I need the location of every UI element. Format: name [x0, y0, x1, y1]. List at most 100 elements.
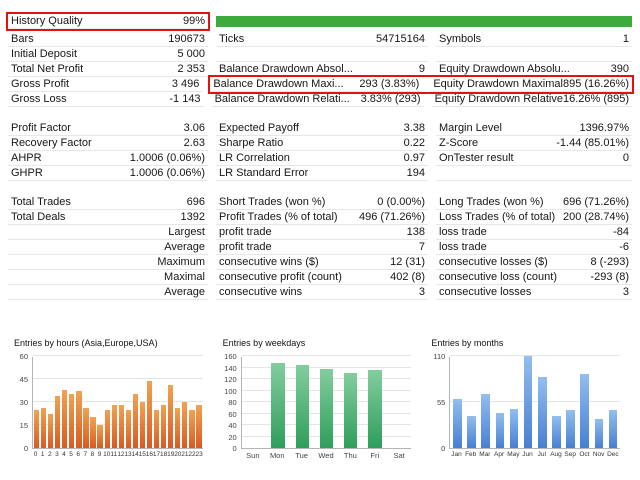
bar-Sep [566, 410, 575, 448]
bar-Jun [523, 356, 533, 448]
stat-cell: loss trade -6 [436, 240, 632, 255]
plot-area [240, 355, 412, 449]
history-quality-bar-area [216, 14, 632, 29]
bar-1 [40, 408, 47, 448]
stat-cell: Initial Deposit 5 000 [8, 47, 208, 62]
bar-11 [111, 405, 117, 448]
x-tick-label: 9 [97, 451, 102, 458]
bar-13 [125, 410, 131, 448]
x-tick-label: 13 [124, 451, 132, 458]
stat-cell: Gross Loss -1 143 [8, 92, 204, 107]
bar-Thu [344, 373, 358, 448]
stat-value: 194 [406, 167, 425, 179]
stat-cell: LR Correlation 0.97 [216, 151, 428, 166]
stat-label: Ticks [219, 33, 245, 45]
plot-area [32, 355, 203, 449]
stat-label: Equity Drawdown Maximal [433, 78, 563, 90]
stat-label: LR Standard Error [219, 167, 309, 179]
x-tick-label: Wed [318, 451, 334, 460]
plot-column: Jan Feb Mar Apr May Jun Jul Aug Sep Oct Nov Dec [449, 355, 621, 458]
x-tick-label: 16 [145, 451, 153, 458]
x-tick-label: Apr [494, 451, 505, 458]
stat-value: Maximal [164, 271, 205, 283]
chart-body: 0 15 30 45 60 0 1 2 3 4 5 6 7 8 9 10 11 12 13 14 15 16 17 18 19 2… [14, 352, 203, 458]
y-axis: 0 15 30 45 60 [14, 352, 32, 453]
bar-slot [118, 405, 125, 448]
bar-slot [167, 385, 174, 448]
bar-slot [578, 374, 592, 448]
x-tick-label: 5 [69, 451, 73, 458]
stat-row-right: profit trade 7 loss trade -6 [216, 240, 632, 255]
stat-label: Profit Trades (% of total) [219, 211, 338, 223]
stat-row: Maximum consecutive wins ($) 12 (31) consec… [8, 255, 632, 270]
stats-section-1: Profit Factor 3.06 Expected Payoff 3.38 Marg… [8, 121, 632, 181]
bar-14 [132, 394, 139, 448]
bar-0 [33, 410, 40, 448]
bar-21 [182, 402, 188, 448]
stat-value: 3 496 [171, 78, 200, 90]
x-tick-label: Nov [592, 451, 605, 458]
stat-row-right: LR Standard Error 194 [216, 166, 632, 181]
history-quality-progress-track [216, 14, 632, 29]
stat-value: 696 (71.26%) [562, 196, 629, 208]
stat-value: 190673 [168, 33, 205, 45]
y-tick-label: 40 [228, 421, 237, 430]
stat-label: consecutive losses [439, 286, 532, 298]
stat-cell: Total Net Profit 2 353 [8, 62, 208, 77]
stat-cell: Maximal [8, 270, 208, 285]
bar-slot [139, 402, 146, 448]
stat-value: 293 (3.83%) [359, 78, 420, 90]
stat-cell: Z-Score -1.44 (85.01%) [436, 136, 632, 151]
stat-value: -293 (8) [590, 271, 629, 283]
bar-slot [153, 410, 160, 448]
stat-row-right: Sharpe Ratio 0.22 Z-Score -1.44 (85.01%) [216, 136, 632, 151]
x-tick-label: 21 [181, 451, 189, 458]
stats-section-2: Total Trades 696 Short Trades (won %) 0 (0.… [8, 195, 632, 300]
stat-row: Recovery Factor 2.63 Sharpe Ratio 0.22 Z-Sco… [8, 136, 632, 151]
stat-cell: Equity Drawdown Absolu... 390 [436, 62, 632, 77]
stat-label: Equity Drawdown Absolu... [439, 63, 570, 75]
bar-slot [97, 425, 104, 448]
stat-row-right: Balance Drawdown Maxi... 293 (3.83%) Equit… [208, 75, 634, 94]
bar-slot [363, 370, 387, 448]
x-tick-label: 18 [159, 451, 168, 458]
stat-cell: Total Deals 1392 [8, 210, 208, 225]
stat-row: Total Trades 696 Short Trades (won %) 0 (0.… [8, 195, 632, 210]
bar-Nov [594, 419, 604, 448]
bar-22 [189, 410, 195, 448]
stat-cell: Gross Profit 3 496 [8, 77, 203, 92]
stat-label: consecutive loss (count) [439, 271, 557, 283]
bar-16 [146, 381, 153, 448]
stat-cell: AHPR 1.0006 (0.06%) [8, 151, 208, 166]
stat-cell: Long Trades (won %) 696 (71.26%) [436, 195, 632, 210]
x-tick-label: 4 [62, 451, 66, 458]
bar-slot [54, 396, 61, 448]
stat-cell: Loss Trades (% of total) 200 (28.74%) [436, 210, 632, 225]
stat-label: Total Net Profit [11, 63, 84, 75]
bar-6 [76, 391, 82, 448]
y-tick-label: 0 [23, 444, 28, 453]
stat-row-right: consecutive wins ($) 12 (31) consecutive l… [216, 255, 632, 270]
stat-cell: Expected Payoff 3.38 [216, 121, 428, 136]
bar-slot [82, 408, 89, 448]
stat-cell: loss trade -84 [436, 225, 632, 240]
x-tick-label: 14 [131, 451, 139, 458]
stat-value: 3.38 [403, 122, 425, 134]
bar-2 [48, 414, 54, 448]
stat-value: 2.63 [183, 137, 205, 149]
stat-row: AHPR 1.0006 (0.06%) LR Correlation 0.97 OnTe… [8, 151, 632, 166]
bar-slot [111, 405, 118, 448]
stat-cell: Balance Drawdown Absol... 9 [216, 62, 428, 77]
stat-label: Z-Score [439, 137, 479, 149]
stat-cell: Total Trades 696 [8, 195, 208, 210]
x-tick-label: Feb [465, 451, 477, 458]
x-tick-label: 7 [83, 451, 88, 458]
y-tick-label: 0 [232, 444, 237, 453]
stat-label: Bars [11, 33, 34, 45]
bar-slot [75, 391, 82, 448]
x-tick-label: 22 [188, 451, 196, 458]
stat-row: Profit Factor 3.06 Expected Payoff 3.38 Marg… [8, 121, 632, 136]
x-tick-label: Oct [579, 451, 590, 458]
bar-Jan [453, 399, 462, 448]
stat-cell: Symbols 1 [436, 32, 632, 47]
